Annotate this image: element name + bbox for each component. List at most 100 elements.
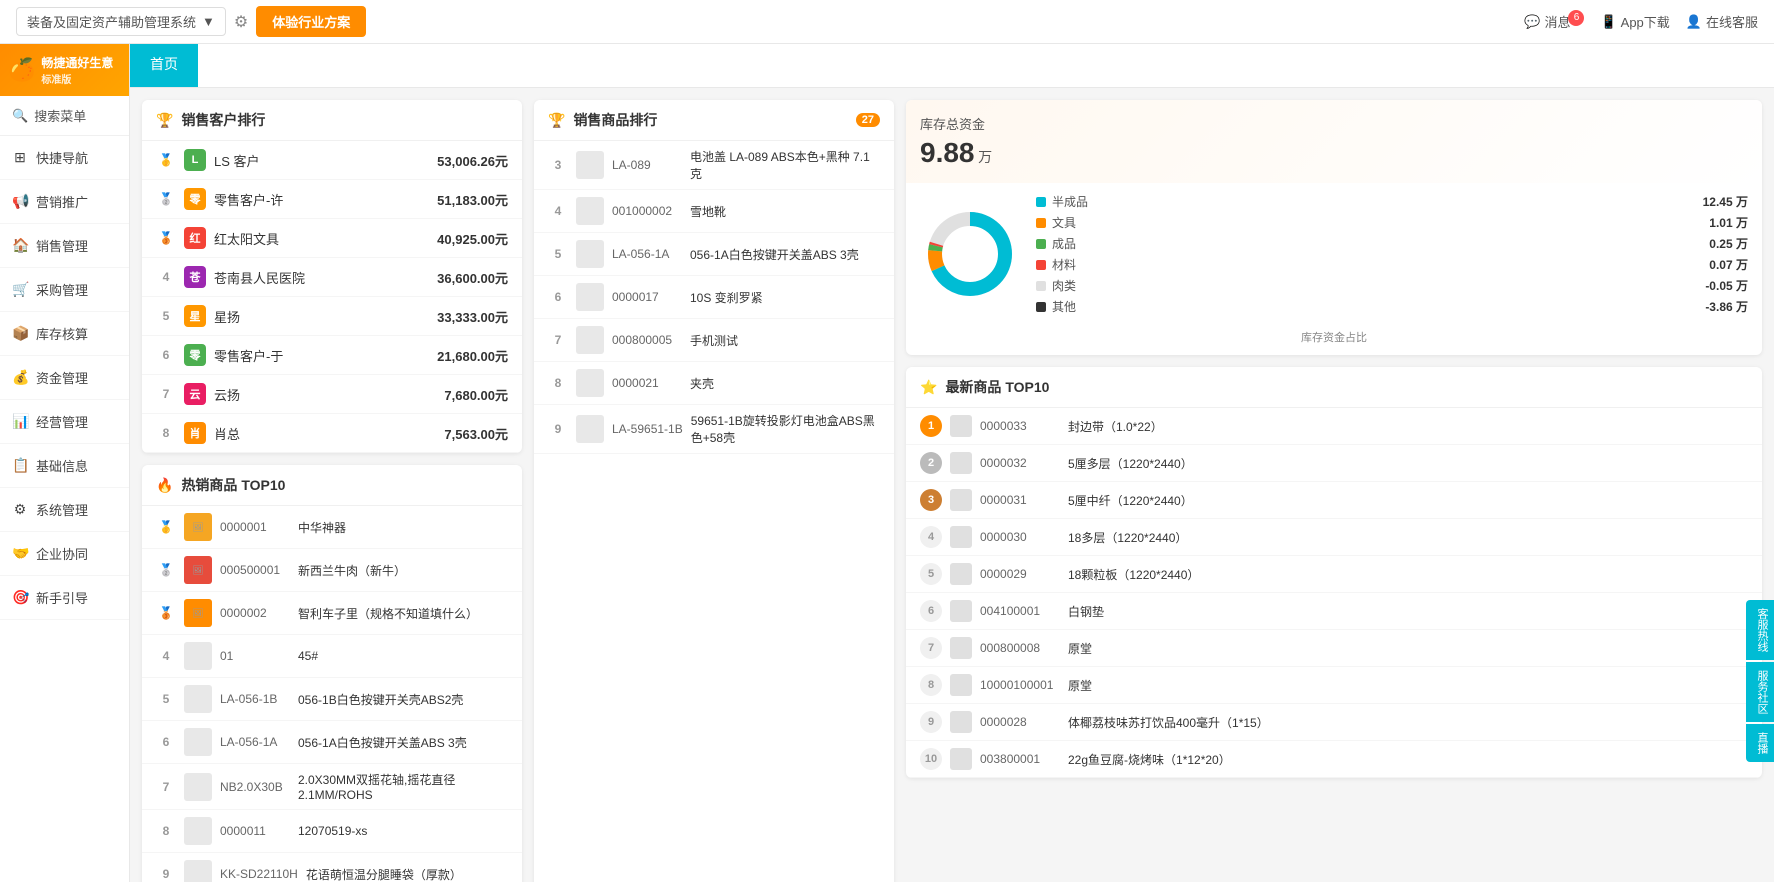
sidebar-label: 库存核算 xyxy=(36,324,88,343)
cs-hotline-btn[interactable]: 客服热线 xyxy=(1746,600,1774,660)
inventory-total-label: 库存总资金 xyxy=(920,114,1748,133)
sales-product-image xyxy=(576,197,604,225)
col-right: 库存总资金 9.88 万 xyxy=(906,100,1762,882)
new-product-item: 8 10000100001 原堂 xyxy=(906,667,1762,704)
star-icon: ⭐ xyxy=(920,379,937,396)
customer-name: 星扬 xyxy=(214,307,429,326)
product-rank-number: 7 xyxy=(156,780,176,794)
trophy-icon: 🏆 xyxy=(156,112,173,129)
product-image xyxy=(184,773,212,801)
finance-icon: 💰 xyxy=(12,369,28,386)
app-download-action[interactable]: 📱 App下载 xyxy=(1600,12,1669,31)
sales-product-item: 9 LA-59651-1B 59651-1B旋转投影灯电池盒ABS黑色+58壳 xyxy=(534,405,894,454)
sidebar-search[interactable]: 🔍 搜索菜单 xyxy=(0,96,129,136)
product-name: 花语萌恒温分腿睡袋（厚款） xyxy=(306,866,508,882)
legend-item: 成品 0.25 万 xyxy=(1036,235,1748,252)
product-code: 0000001 xyxy=(220,520,290,534)
new-product-item: 6 004100001 白钢垫 xyxy=(906,593,1762,630)
sidebar-item-operation[interactable]: 📊 经营管理 xyxy=(0,400,129,444)
sales-product-item: 3 LA-089 电池盖 LA-089 ABS本色+黑种 7.1克 xyxy=(534,141,894,190)
system-name: 装备及固定资产辅助管理系统 xyxy=(27,12,196,31)
product-item: 7 NB2.0X30B 2.0X30MM双摇花轴,摇花直径2.1MM/ROHS xyxy=(142,764,522,810)
main-layout: 🍊 畅捷通好生意 标准版 🔍 搜索菜单 ⊞ 快捷导航 📢 营销推广 🏠 销售管理… xyxy=(0,44,1774,882)
header-left: 装备及固定资产辅助管理系统 ▼ ⚙ 体验行业方案 xyxy=(16,6,366,37)
message-icon: 💬 xyxy=(1524,14,1540,30)
legend-item: 材料 0.07 万 xyxy=(1036,256,1748,273)
message-action[interactable]: 💬 消息 6 xyxy=(1524,12,1584,31)
sales-icon: 🏠 xyxy=(12,237,28,254)
customer-amount: 53,006.26元 xyxy=(437,151,508,170)
content-area: 首页 🏆 销售客户排行 🥇 L LS 客户 53,006.26元 🥈 零 零售客… xyxy=(130,44,1774,882)
legend-label: 成品 xyxy=(1052,235,1687,252)
product-item: 4 01 45# xyxy=(142,635,522,678)
sales-product-item: 7 000800005 手机测试 xyxy=(534,319,894,362)
online-service-label: 在线客服 xyxy=(1706,12,1758,31)
new-products-header: ⭐ 最新商品 TOP10 xyxy=(906,367,1762,408)
sales-product-item: 4 001000002 雪地靴 xyxy=(534,190,894,233)
customer-amount: 7,680.00元 xyxy=(444,385,508,404)
rank-item: 4 苍 苍南县人民医院 36,600.00元 xyxy=(142,258,522,297)
sidebar-item-guide[interactable]: 🎯 新手引导 xyxy=(0,576,129,620)
legend-value: -3.86 万 xyxy=(1693,298,1748,315)
cs-live-btn[interactable]: 直播 xyxy=(1746,724,1774,762)
message-badge: 6 xyxy=(1568,10,1584,26)
legend-label: 材料 xyxy=(1052,256,1687,273)
sales-product-item: 6 0000017 10S 变刹罗紧 xyxy=(534,276,894,319)
hot-products-header: 🔥 热销商品 TOP10 xyxy=(142,465,522,506)
customer-amount: 7,563.00元 xyxy=(444,424,508,443)
new-product-image xyxy=(950,637,972,659)
tab-home[interactable]: 首页 xyxy=(130,44,198,87)
inventory-card: 库存总资金 9.88 万 xyxy=(906,100,1762,355)
sales-product-image xyxy=(576,151,604,179)
product-rank-medal: 🥇 xyxy=(156,520,176,534)
legend-item: 半成品 12.45 万 xyxy=(1036,193,1748,210)
sales-product-code: LA-59651-1B xyxy=(612,422,683,436)
legend-dot xyxy=(1036,260,1046,270)
rank-number: 5 xyxy=(156,309,176,323)
nav-tabs: 首页 xyxy=(130,44,1774,88)
col-middle: 🏆 销售商品排行 27 3 LA-089 电池盖 LA-089 ABS本色+黑种… xyxy=(534,100,894,882)
phone-icon: 📱 xyxy=(1600,14,1616,30)
sidebar-label: 采购管理 xyxy=(36,280,88,299)
inventory-total-unit: 万 xyxy=(978,149,992,165)
legend-dot xyxy=(1036,197,1046,207)
legend-label: 半成品 xyxy=(1052,193,1687,210)
sidebar-label: 经营管理 xyxy=(36,412,88,431)
inventory-chart-label: 库存资金占比 xyxy=(906,325,1762,355)
customer-badge: 云 xyxy=(184,383,206,405)
system-selector[interactable]: 装备及固定资产辅助管理系统 ▼ xyxy=(16,7,226,36)
sidebar-item-system[interactable]: ⚙ 系统管理 xyxy=(0,488,129,532)
sidebar-item-finance[interactable]: 💰 资金管理 xyxy=(0,356,129,400)
logo-icon: 🍊 xyxy=(8,57,35,83)
rank-item: 6 零 零售客户-于 21,680.00元 xyxy=(142,336,522,375)
sales-product-code: 0000017 xyxy=(612,290,682,304)
product-item: 9 KK-SD22110H 花语萌恒温分腿睡袋（厚款） xyxy=(142,853,522,882)
new-product-image xyxy=(950,415,972,437)
sidebar-item-purchase[interactable]: 🛒 采购管理 xyxy=(0,268,129,312)
sidebar-item-marketing[interactable]: 📢 营销推广 xyxy=(0,180,129,224)
product-image xyxy=(184,642,212,670)
product-rank-number: 5 xyxy=(156,692,176,706)
cs-community-btn[interactable]: 服务社区 xyxy=(1746,662,1774,722)
gear-icon[interactable]: ⚙ xyxy=(234,12,248,32)
product-rank-number: 8 xyxy=(156,824,176,838)
inventory-legend: 半成品 12.45 万 文具 1.01 万 成品 0.25 万 材料 0.07 … xyxy=(1036,193,1748,315)
rank-item: 5 星 星扬 33,333.00元 xyxy=(142,297,522,336)
inventory-total-row: 9.88 万 xyxy=(920,137,1748,169)
new-product-code: 0000028 xyxy=(980,715,1060,729)
online-service-action[interactable]: 👤 在线客服 xyxy=(1686,12,1758,31)
product-rank-number: 9 xyxy=(156,867,176,881)
sidebar-item-quick-nav[interactable]: ⊞ 快捷导航 xyxy=(0,136,129,180)
sales-product-rank: 3 xyxy=(548,158,568,172)
sidebar-item-sales[interactable]: 🏠 销售管理 xyxy=(0,224,129,268)
hot-products-title: 热销商品 TOP10 xyxy=(181,475,285,495)
rank-item: 🥇 L LS 客户 53,006.26元 xyxy=(142,141,522,180)
customer-badge: 零 xyxy=(184,188,206,210)
new-product-code: 004100001 xyxy=(980,604,1060,618)
new-product-item: 9 0000028 体椰荔枝味苏打饮品400毫升（1*15） xyxy=(906,704,1762,741)
customer-badge: 红 xyxy=(184,227,206,249)
sidebar-item-basic[interactable]: 📋 基础信息 xyxy=(0,444,129,488)
sidebar-item-inventory[interactable]: 📦 库存核算 xyxy=(0,312,129,356)
trial-button[interactable]: 体验行业方案 xyxy=(256,6,366,37)
sidebar-item-enterprise[interactable]: 🤝 企业协同 xyxy=(0,532,129,576)
